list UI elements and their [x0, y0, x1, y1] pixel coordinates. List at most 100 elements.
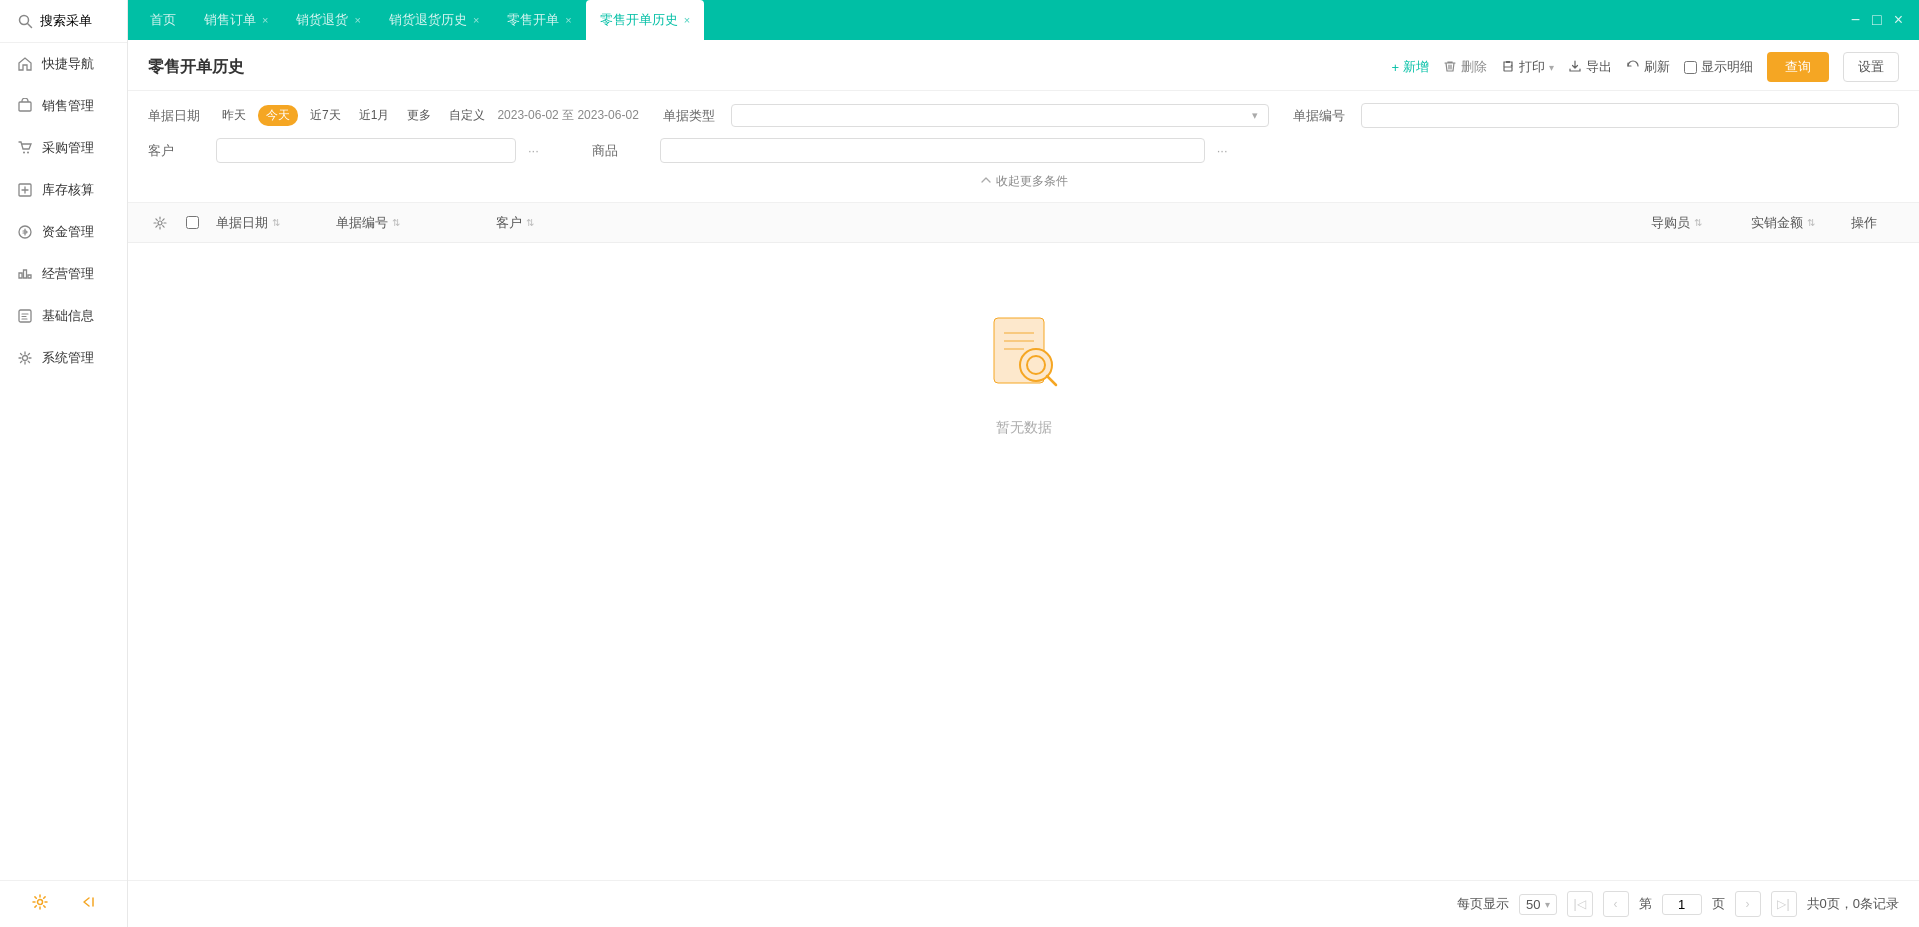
date-btn-7days[interactable]: 近7天	[304, 105, 347, 126]
svg-line-1	[27, 23, 31, 27]
tab-sales-order[interactable]: 销售订单 ×	[190, 0, 282, 40]
export-button[interactable]: 导出	[1568, 58, 1612, 76]
table-checkbox-all[interactable]	[176, 216, 208, 229]
inventory-icon	[16, 181, 34, 199]
date-range-text: 2023-06-02 至 2023-06-02	[497, 107, 638, 124]
add-icon: +	[1391, 60, 1399, 75]
customer-label: 客户	[148, 142, 208, 160]
sidebar-item-finance[interactable]: 资金管理	[0, 211, 127, 253]
th-customer[interactable]: 客户 ⇅	[488, 214, 1643, 232]
chevron-down-icon: ▾	[1252, 109, 1258, 122]
tab-retail-open-close[interactable]: ×	[565, 14, 571, 26]
page-header: 零售开单历史 + 新增 删除 打印 ▾	[128, 40, 1919, 91]
tab-sales-return[interactable]: 销货退货 ×	[282, 0, 374, 40]
window-minimize-icon[interactable]: −	[1851, 11, 1860, 29]
refresh-button[interactable]: 刷新	[1626, 58, 1670, 76]
th-num[interactable]: 单据编号 ⇅	[328, 214, 488, 232]
tab-sales-order-close[interactable]: ×	[262, 14, 268, 26]
sidebar-item-inventory[interactable]: 库存核算	[0, 169, 127, 211]
filter-row-1: 单据日期 昨天 今天 近7天 近1月 更多 自定义 2023-06-02 至 2…	[148, 103, 1899, 128]
page-last-btn[interactable]: ▷|	[1771, 891, 1797, 917]
tab-retail-open-history-close[interactable]: ×	[684, 14, 690, 26]
date-control: 昨天 今天 近7天 近1月 更多 自定义 2023-06-02 至 2023-0…	[216, 105, 639, 126]
collapse-bar[interactable]: 收起更多条件	[148, 173, 1899, 190]
page-label-pre: 第	[1639, 895, 1652, 913]
sidebar-item-operation[interactable]: 经营管理	[0, 253, 127, 295]
date-btn-today[interactable]: 今天	[258, 105, 298, 126]
sidebar-item-system-mgmt[interactable]: 系统管理	[0, 337, 127, 379]
tab-retail-open[interactable]: 零售开单 ×	[493, 0, 585, 40]
sidebar-item-label: 采购管理	[42, 139, 94, 157]
th-date-label: 单据日期	[216, 214, 268, 232]
sidebar-item-label: 系统管理	[42, 349, 94, 367]
refresh-icon	[1626, 59, 1640, 76]
doc-num-input[interactable]	[1361, 103, 1899, 128]
settings-bottom-icon[interactable]	[31, 893, 49, 915]
page-first-btn[interactable]: |◁	[1567, 891, 1593, 917]
goods-label: 商品	[592, 142, 652, 160]
sidebar-item-label: 经营管理	[42, 265, 94, 283]
tab-sales-return-history-label: 销货退货历史	[389, 11, 467, 29]
tab-retail-open-history[interactable]: 零售开单历史 ×	[586, 0, 704, 40]
date-btn-yesterday[interactable]: 昨天	[216, 105, 252, 126]
th-date[interactable]: 单据日期 ⇅	[208, 214, 328, 232]
tab-sales-return-history[interactable]: 销货退货历史 ×	[375, 0, 493, 40]
sidebar-item-sales-mgmt[interactable]: 销售管理	[0, 85, 127, 127]
goods-browse-icon[interactable]: ···	[1211, 143, 1234, 158]
checkbox-all[interactable]	[186, 216, 199, 229]
tab-retail-open-label: 零售开单	[507, 11, 559, 29]
th-guide[interactable]: 导购员 ⇅	[1643, 214, 1743, 232]
delete-button[interactable]: 删除	[1443, 58, 1487, 76]
tab-sales-return-close[interactable]: ×	[354, 14, 360, 26]
basic-info-icon	[16, 307, 34, 325]
content: 零售开单历史 + 新增 删除 打印 ▾	[128, 40, 1919, 927]
filter-row-2: 客户 ··· 商品 ···	[148, 138, 1899, 163]
goods-input[interactable]	[660, 138, 1205, 163]
page-size-select[interactable]: 50 ▾	[1519, 894, 1556, 915]
empty-text: 暂无数据	[996, 419, 1052, 437]
print-button[interactable]: 打印 ▾	[1501, 58, 1554, 76]
sidebar-item-label: 快捷导航	[42, 55, 94, 73]
tab-home-label: 首页	[150, 11, 176, 29]
sidebar-item-purchase-mgmt[interactable]: 采购管理	[0, 127, 127, 169]
sort-amount-icon: ⇅	[1807, 217, 1815, 228]
svg-rect-11	[1504, 67, 1512, 71]
page-title: 零售开单历史	[148, 57, 244, 78]
page-number-input[interactable]: 1	[1662, 894, 1702, 915]
query-button[interactable]: 查询	[1767, 52, 1829, 82]
tab-sales-return-label: 销货退货	[296, 11, 348, 29]
collapse-sidebar-icon[interactable]	[78, 893, 96, 915]
sidebar-item-basic-info[interactable]: 基础信息	[0, 295, 127, 337]
add-button[interactable]: + 新增	[1391, 58, 1429, 76]
show-detail-label: 显示明细	[1701, 58, 1753, 76]
date-btn-1month[interactable]: 近1月	[353, 105, 396, 126]
doc-type-select[interactable]: ▾	[731, 104, 1269, 127]
page-next-btn[interactable]: ›	[1735, 891, 1761, 917]
finance-icon	[16, 223, 34, 241]
show-detail-checkbox[interactable]: 显示明细	[1684, 58, 1753, 76]
sidebar-item-label: 库存核算	[42, 181, 94, 199]
th-customer-label: 客户	[496, 214, 522, 232]
tab-home[interactable]: 首页	[136, 0, 190, 40]
setting-button[interactable]: 设置	[1843, 52, 1899, 82]
table-header: 单据日期 ⇅ 单据编号 ⇅ 客户 ⇅ 导购员 ⇅ 实销金额 ⇅	[128, 203, 1919, 243]
svg-point-9	[37, 900, 42, 905]
tab-sales-return-history-close[interactable]: ×	[473, 14, 479, 26]
svg-point-14	[158, 221, 162, 225]
date-btn-more[interactable]: 更多	[401, 105, 437, 126]
customer-filter: 客户 ···	[148, 138, 568, 163]
th-amount[interactable]: 实销金额 ⇅	[1743, 214, 1843, 232]
customer-input[interactable]	[216, 138, 516, 163]
window-maximize-icon[interactable]: □	[1872, 11, 1882, 29]
show-detail-check[interactable]	[1684, 61, 1697, 74]
customer-browse-icon[interactable]: ···	[522, 143, 545, 158]
per-page-label: 每页显示	[1457, 895, 1509, 913]
window-close-icon[interactable]: ×	[1894, 11, 1903, 29]
date-btn-custom[interactable]: 自定义	[443, 105, 491, 126]
sidebar-item-quick-nav[interactable]: 快捷导航	[0, 43, 127, 85]
sort-date-icon: ⇅	[272, 217, 280, 228]
th-action: 操作	[1843, 214, 1903, 232]
sidebar-search[interactable]: 搜索采单	[0, 0, 127, 43]
table-settings-icon[interactable]	[144, 216, 176, 230]
page-prev-btn[interactable]: ‹	[1603, 891, 1629, 917]
